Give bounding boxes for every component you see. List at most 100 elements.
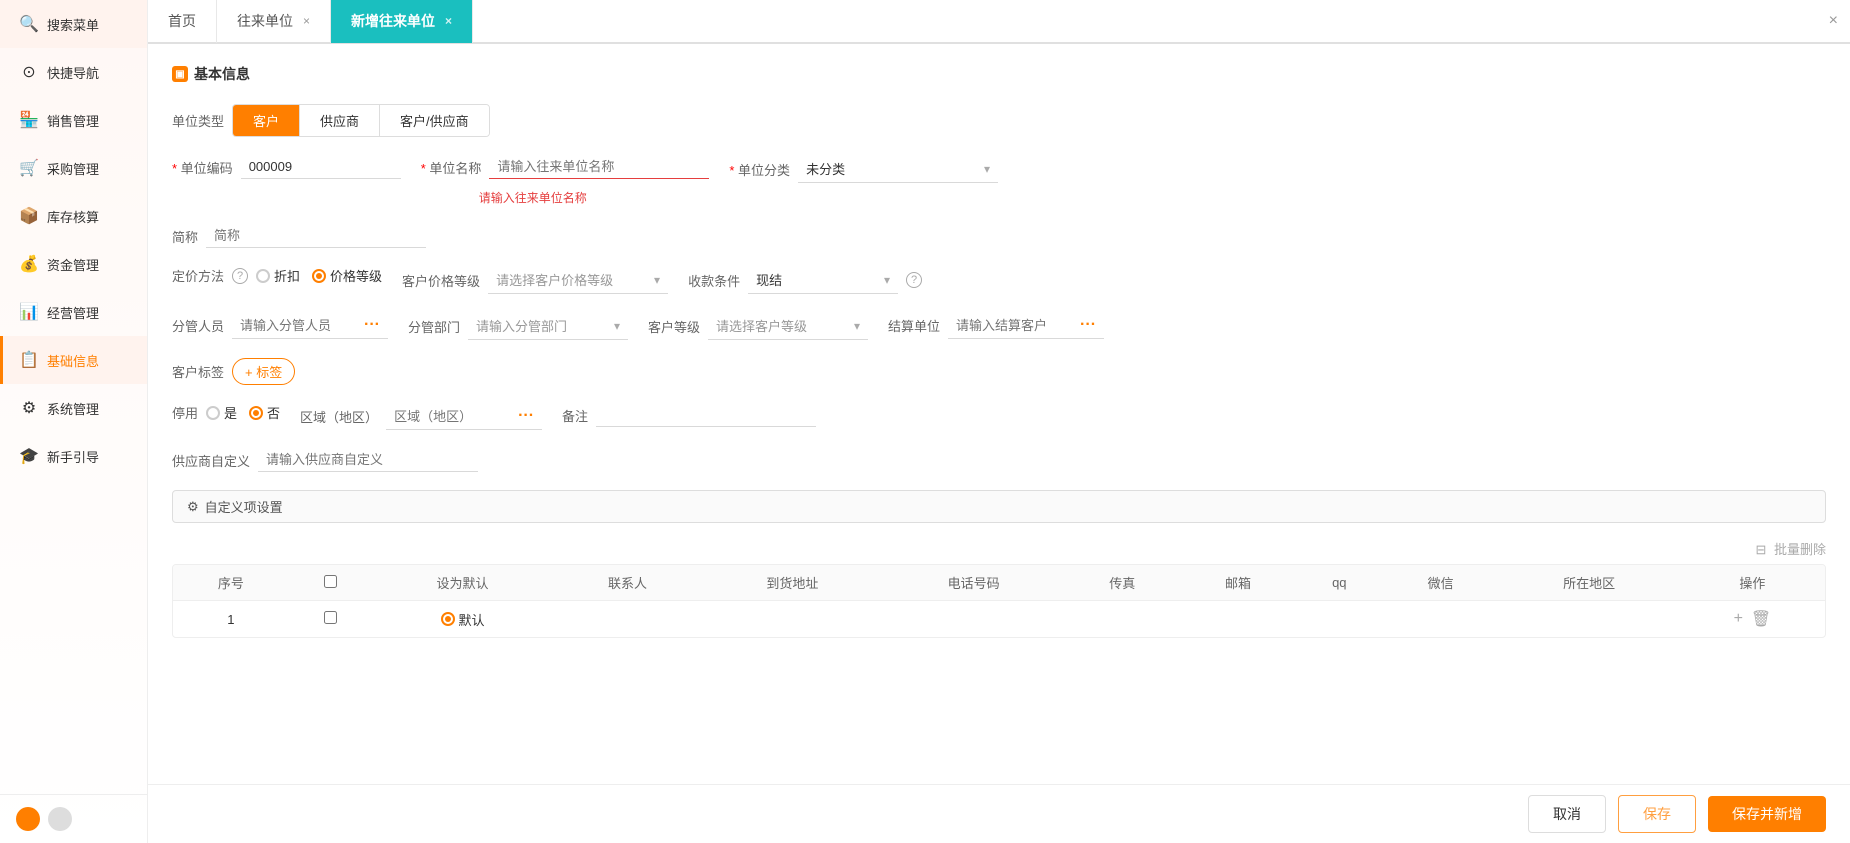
sidebar-item-quick-nav[interactable]: ⊙ 快捷导航 — [0, 48, 147, 96]
customer-level-placeholder: 请选择客户等级 — [716, 316, 807, 335]
tab-home[interactable]: 首页 — [148, 0, 217, 43]
customer-level-label: 客户等级 — [648, 317, 700, 336]
sidebar-item-purchase[interactable]: 🛒 采购管理 — [0, 144, 147, 192]
radio-price-level[interactable]: 价格等级 — [312, 266, 382, 285]
sidebar-label-basic: 基础信息 — [47, 351, 99, 370]
ops-icon: 📊 — [19, 302, 39, 322]
customer-price-placeholder: 请选择客户价格等级 — [496, 270, 613, 289]
pricing-group: 定价方法 ? 折扣 价格等级 — [172, 266, 382, 285]
dept-label: 分管部门 — [408, 317, 460, 336]
close-main-button[interactable]: × — [1829, 12, 1838, 30]
dept-arrow: ▾ — [614, 319, 620, 333]
dept-select[interactable]: 请输入分管部门 ▾ — [468, 312, 628, 340]
supplier-custom-input[interactable] — [258, 448, 478, 472]
unit-type-btn-supplier[interactable]: 供应商 — [300, 105, 380, 136]
sidebar-item-sys[interactable]: ⚙ 系统管理 — [0, 384, 147, 432]
col-location: 所在地区 — [1499, 565, 1680, 601]
sidebar-item-basic[interactable]: 📋 基础信息 — [0, 336, 147, 384]
manager-input-wrap: ··· — [232, 312, 388, 339]
radio-no-label: 否 — [267, 403, 280, 422]
tags-group: 客户标签 + 标签 — [172, 358, 295, 385]
sys-icon: ⚙ — [19, 398, 39, 418]
radio-discount[interactable]: 折扣 — [256, 266, 300, 285]
unit-name-input[interactable] — [489, 155, 709, 179]
row-checkbox[interactable] — [324, 611, 337, 624]
cell-contact — [553, 601, 702, 638]
sidebar-item-inventory[interactable]: 📦 库存核算 — [0, 192, 147, 240]
sidebar: 🔍 搜索菜单 ⊙ 快捷导航 🏪 销售管理 🛒 采购管理 📦 库存核算 💰 资金管… — [0, 0, 148, 843]
sidebar-item-finance[interactable]: 💰 资金管理 — [0, 240, 147, 288]
save-button[interactable]: 保存 — [1618, 795, 1696, 833]
sidebar-label-search: 搜索菜单 — [47, 15, 99, 34]
unit-category-select[interactable]: 未分类 ▾ — [798, 155, 998, 183]
row-actions: + 🗑 — [1690, 609, 1815, 629]
row-add-button[interactable]: + — [1734, 610, 1743, 628]
pricing-radio-group: 折扣 价格等级 — [256, 266, 382, 285]
radio-price-level-circle — [312, 269, 326, 283]
region-ellipsis[interactable]: ··· — [518, 407, 534, 425]
payment-select[interactable]: 现结 ▾ — [748, 266, 898, 294]
add-tag-button[interactable]: + 标签 — [232, 358, 295, 385]
category-arrow-icon: ▾ — [984, 162, 990, 176]
short-name-input[interactable] — [206, 224, 426, 248]
tab-counterpart-close[interactable]: × — [303, 14, 310, 28]
sidebar-item-sales[interactable]: 🏪 销售管理 — [0, 96, 147, 144]
unit-code-input[interactable] — [241, 155, 401, 179]
form-row-disabled: 停用 是 否 区域（地区） ··· — [172, 403, 1826, 430]
cell-seq: 1 — [173, 601, 289, 638]
radio-yes[interactable]: 是 — [206, 403, 237, 422]
table: 序号 设为默认 联系人 到货地址 电话号码 传真 邮箱 qq 微信 所在地区 操… — [173, 565, 1825, 637]
default-radio[interactable]: 默认 — [382, 610, 543, 629]
sidebar-label-quick-nav: 快捷导航 — [47, 63, 99, 82]
form-row-manager: 分管人员 ··· 分管部门 请输入分管部门 ▾ 客户等级 请选择客户等级 ▾ — [172, 312, 1826, 340]
sidebar-item-search[interactable]: 🔍 搜索菜单 — [0, 0, 147, 48]
payment-group: 收款条件 现结 ▾ ? — [688, 266, 922, 294]
manager-ellipsis[interactable]: ··· — [364, 316, 380, 334]
settlement-input[interactable] — [956, 318, 1076, 333]
payment-help-icon[interactable]: ? — [906, 272, 922, 288]
radio-yes-circle — [206, 406, 220, 420]
pricing-help-icon[interactable]: ? — [232, 268, 248, 284]
custom-settings-button[interactable]: ⚙ 自定义项设置 — [172, 490, 1826, 523]
basic-icon: 📋 — [19, 350, 39, 370]
pricing-label: 定价方法 — [172, 266, 224, 285]
remark-input[interactable] — [596, 403, 816, 427]
batch-delete-label[interactable]: 批量删除 — [1774, 542, 1826, 557]
sidebar-item-guide[interactable]: 🎓 新手引导 — [0, 432, 147, 480]
customer-price-select[interactable]: 请选择客户价格等级 ▾ — [488, 266, 668, 294]
customer-level-select[interactable]: 请选择客户等级 ▾ — [708, 312, 868, 340]
unit-type-btn-customer[interactable]: 客户 — [233, 105, 300, 136]
unit-type-btn-both[interactable]: 客户/供应商 — [380, 105, 489, 136]
short-name-label: 简称 — [172, 227, 198, 246]
tab-new-counterpart[interactable]: 新增往来单位 × — [331, 0, 473, 43]
cell-default: 默认 — [372, 601, 553, 638]
tab-counterpart[interactable]: 往来单位 × — [217, 0, 331, 43]
cell-actions: + 🗑 — [1680, 601, 1825, 638]
select-all-checkbox[interactable] — [324, 575, 337, 588]
sidebar-label-sys: 系统管理 — [47, 399, 99, 418]
batch-delete-area: ⊟ 批量删除 — [172, 539, 1826, 558]
form-content: ▣ 基本信息 单位类型 客户 供应商 客户/供应商 单位编码 单位名称 — [148, 44, 1850, 784]
payment-arrow: ▾ — [884, 273, 890, 287]
row-delete-button[interactable]: 🗑 — [1751, 609, 1771, 629]
cell-phone — [883, 601, 1064, 638]
cancel-button[interactable]: 取消 — [1528, 795, 1606, 833]
custom-settings-icon: ⚙ — [187, 499, 199, 515]
manager-input[interactable] — [240, 318, 360, 333]
dept-placeholder: 请输入分管部门 — [476, 316, 567, 335]
save-new-button[interactable]: 保存并新增 — [1708, 796, 1826, 832]
remark-group: 备注 — [562, 403, 816, 427]
user-avatar — [16, 807, 40, 831]
sidebar-item-ops[interactable]: 📊 经营管理 — [0, 288, 147, 336]
tags-label: 客户标签 — [172, 362, 224, 381]
add-tag-label: + 标签 — [245, 362, 282, 381]
region-input[interactable] — [394, 409, 514, 424]
col-actions: 操作 — [1680, 565, 1825, 601]
settlement-ellipsis[interactable]: ··· — [1080, 316, 1096, 334]
radio-no[interactable]: 否 — [249, 403, 280, 422]
unit-type-label: 单位类型 — [172, 111, 224, 130]
form-row-supplier-custom: 供应商自定义 — [172, 448, 1826, 472]
supplier-custom-label: 供应商自定义 — [172, 451, 250, 470]
tab-new-close[interactable]: × — [445, 14, 452, 28]
sidebar-label-sales: 销售管理 — [47, 111, 99, 130]
